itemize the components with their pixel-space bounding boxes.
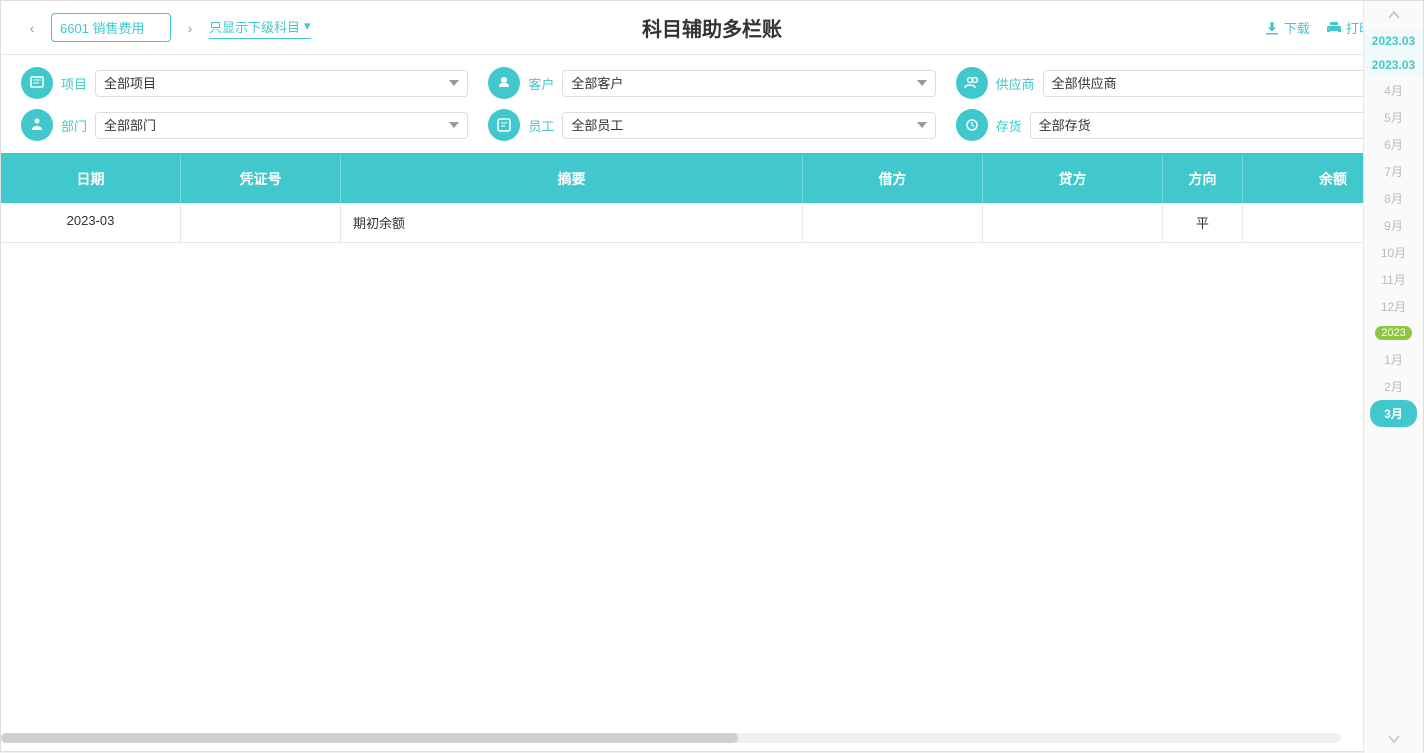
header-debit: 借方 bbox=[803, 155, 983, 203]
year-badge-container: 2023 bbox=[1364, 320, 1423, 346]
filter-project-row: 项目 全部项目 bbox=[21, 67, 468, 99]
table-row: 2023-03 期初余额 平 bbox=[1, 203, 1423, 243]
show-sub-account-button[interactable]: 只显示下级科目 ▾ bbox=[209, 17, 311, 39]
cell-summary: 期初余额 bbox=[341, 203, 803, 242]
next-account-button[interactable]: › bbox=[179, 17, 201, 39]
page-title: 科目辅助多栏账 bbox=[642, 13, 782, 42]
supplier-label: 供应商 bbox=[996, 74, 1035, 93]
cell-voucher bbox=[181, 203, 341, 242]
timeline-panel: 2023.03 2023.03 4月 5月 6月 7月 8月 9月 10月 11… bbox=[1363, 1, 1423, 753]
timeline-up-button[interactable] bbox=[1364, 1, 1423, 29]
timeline-down-button[interactable] bbox=[1364, 725, 1423, 753]
cell-credit bbox=[983, 203, 1163, 242]
filter-bar: 项目 全部项目 客户 全部客户 供应商 全部供应商 bbox=[1, 55, 1423, 153]
customer-select[interactable]: 全部客户 bbox=[562, 70, 935, 97]
filter-customer-row: 客户 全部客户 bbox=[488, 67, 935, 99]
employee-icon bbox=[488, 109, 520, 141]
timeline-month-2[interactable]: 2月 bbox=[1364, 373, 1423, 400]
inventory-label: 存货 bbox=[996, 116, 1022, 135]
show-sub-label: 只显示下级科目 bbox=[209, 17, 300, 36]
timeline-month-11[interactable]: 11月 bbox=[1364, 266, 1423, 293]
timeline-month-6[interactable]: 6月 bbox=[1364, 131, 1423, 158]
timeline-month-10[interactable]: 10月 bbox=[1364, 239, 1423, 266]
filter-inventory-row: 存货 全部存货 bbox=[956, 109, 1403, 141]
customer-icon bbox=[488, 67, 520, 99]
download-label: 下载 bbox=[1284, 18, 1310, 37]
table-header: 日期 凭证号 摘要 借方 贷方 方向 余额 bbox=[1, 155, 1423, 203]
timeline-month-3-active[interactable]: 3月 bbox=[1370, 400, 1417, 427]
title-bar-left: ‹ 6601 销售费用 › 只显示下级科目 ▾ bbox=[21, 13, 311, 42]
header-voucher: 凭证号 bbox=[181, 155, 341, 203]
filter-department-row: 部门 全部部门 bbox=[21, 109, 468, 141]
chevron-down-icon: ▾ bbox=[304, 18, 311, 34]
timeline-date-2023-03-first[interactable]: 2023.03 bbox=[1364, 29, 1423, 53]
year-badge: 2023 bbox=[1375, 326, 1411, 340]
download-button[interactable]: 下载 bbox=[1264, 18, 1310, 37]
timeline-month-9[interactable]: 9月 bbox=[1364, 212, 1423, 239]
supplier-icon bbox=[956, 67, 988, 99]
timeline-month-4[interactable]: 4月 bbox=[1364, 77, 1423, 104]
timeline-date-2023-03-second[interactable]: 2023.03 bbox=[1364, 53, 1423, 77]
project-icon bbox=[21, 67, 53, 99]
department-icon bbox=[21, 109, 53, 141]
cell-direction: 平 bbox=[1163, 203, 1243, 242]
header-summary: 摘要 bbox=[341, 155, 803, 203]
header-date: 日期 bbox=[1, 155, 181, 203]
download-icon bbox=[1264, 20, 1280, 36]
chevron-up-icon bbox=[1384, 5, 1404, 25]
employee-select[interactable]: 全部员工 bbox=[562, 112, 935, 139]
title-bar: ‹ 6601 销售费用 › 只显示下级科目 ▾ 科目辅助多栏账 下载 打印 bbox=[1, 1, 1423, 55]
inventory-select[interactable]: 全部存货 bbox=[1030, 112, 1403, 139]
timeline-month-8[interactable]: 8月 bbox=[1364, 185, 1423, 212]
timeline-month-12[interactable]: 12月 bbox=[1364, 293, 1423, 320]
header-direction: 方向 bbox=[1163, 155, 1243, 203]
cell-debit bbox=[803, 203, 983, 242]
prev-account-button[interactable]: ‹ bbox=[21, 17, 43, 39]
account-code-display: 6601 销售费用 bbox=[51, 13, 171, 42]
print-icon bbox=[1326, 20, 1342, 36]
timeline-month-5[interactable]: 5月 bbox=[1364, 104, 1423, 131]
inventory-icon bbox=[956, 109, 988, 141]
project-select[interactable]: 全部项目 bbox=[95, 70, 468, 97]
cell-date: 2023-03 bbox=[1, 203, 181, 242]
project-label: 项目 bbox=[61, 74, 87, 93]
table-body: 2023-03 期初余额 平 bbox=[1, 203, 1423, 603]
employee-label: 员工 bbox=[528, 116, 554, 135]
filter-employee-row: 员工 全部员工 bbox=[488, 109, 935, 141]
chevron-down-icon bbox=[1384, 729, 1404, 749]
filter-supplier-row: 供应商 全部供应商 bbox=[956, 67, 1403, 99]
department-select[interactable]: 全部部门 bbox=[95, 112, 468, 139]
horizontal-scrollbar[interactable] bbox=[1, 733, 1341, 743]
supplier-select[interactable]: 全部供应商 bbox=[1043, 70, 1403, 97]
department-label: 部门 bbox=[61, 116, 87, 135]
timeline-month-1[interactable]: 1月 bbox=[1364, 346, 1423, 373]
ledger-table: 日期 凭证号 摘要 借方 贷方 方向 余额 2023-03 期初余额 平 bbox=[1, 153, 1423, 603]
header-credit: 贷方 bbox=[983, 155, 1163, 203]
timeline-month-7[interactable]: 7月 bbox=[1364, 158, 1423, 185]
customer-label: 客户 bbox=[528, 74, 554, 93]
main-window: ‹ 6601 销售费用 › 只显示下级科目 ▾ 科目辅助多栏账 下载 打印 bbox=[0, 0, 1424, 752]
scrollbar-thumb bbox=[1, 733, 738, 743]
